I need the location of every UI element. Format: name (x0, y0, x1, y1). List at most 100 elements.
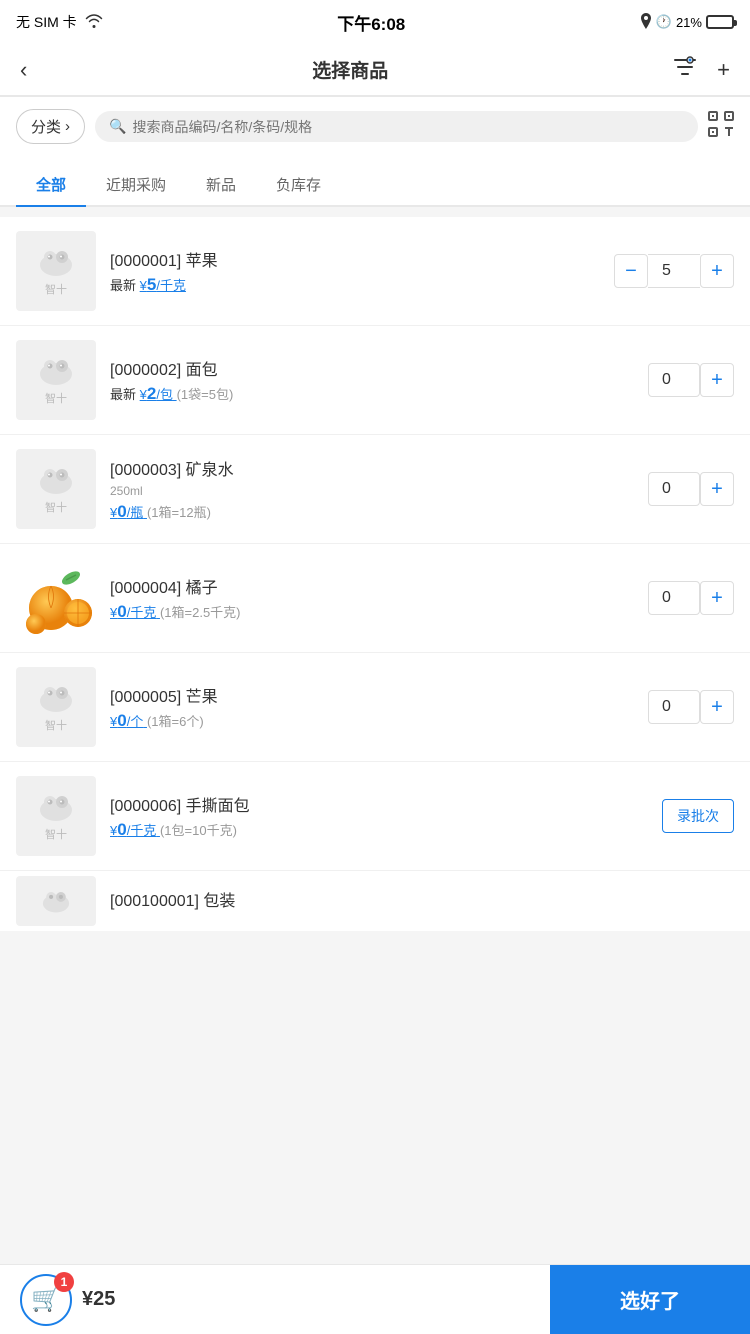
owl-brand-text: 智十 (45, 499, 67, 515)
product-info-0000001: [0000001] 苹果 最新 ¥5/千克 (110, 247, 604, 295)
product-image-0000003: 智十 (16, 449, 96, 529)
price-amount: 0 (117, 711, 126, 730)
category-button[interactable]: 分类 › (16, 109, 85, 144)
price-extra: (1袋=5包) (177, 387, 234, 402)
quantity-control-0000004: + (648, 581, 734, 615)
nav-bar: ‹ 选择商品 + (0, 44, 750, 96)
price-unit: /千克 (127, 823, 157, 838)
quantity-control-0000002: + (648, 363, 734, 397)
increase-button[interactable]: + (700, 472, 734, 506)
product-name: [0000003] 矿泉水 (110, 456, 638, 480)
product-info-0000004: [0000004] 橘子 ¥0/千克 (1箱=2.5千克) (110, 574, 638, 622)
filter-icon[interactable] (673, 56, 697, 84)
product-name: [0000004] 橘子 (110, 574, 638, 598)
quantity-control-0000001: − + (614, 254, 734, 288)
price-unit: /千克 (156, 278, 186, 293)
product-image-0000006: 智十 (16, 776, 96, 856)
product-image-0000005: 智十 (16, 667, 96, 747)
price-amount: 0 (117, 820, 126, 839)
batch-action: 录批次 (662, 799, 734, 833)
product-info-0000002: [0000002] 面包 最新 ¥2/包 (1袋=5包) (110, 356, 638, 404)
quantity-control-0000005: + (648, 690, 734, 724)
tab-bar: 全部 近期采购 新品 负库存 (0, 156, 750, 207)
back-button[interactable]: ‹ (20, 57, 27, 83)
product-name: [0000005] 芒果 (110, 683, 638, 707)
filter-bar: 分类 › 🔍 (0, 97, 750, 156)
product-info-partial: [000100001] 包装 (110, 887, 734, 915)
price-symbol: ¥ (140, 278, 147, 293)
product-name: [0000001] 苹果 (110, 247, 604, 271)
product-item: 智十 [0000005] 芒果 ¥0/个 (1箱=6个) + (0, 653, 750, 762)
status-left: 无 SIM 卡 (16, 12, 103, 32)
search-input[interactable] (132, 119, 684, 135)
price-unit: /千克 (127, 605, 157, 620)
increase-button[interactable]: + (700, 363, 734, 397)
price-unit: /瓶 (127, 505, 144, 520)
quantity-input[interactable] (648, 472, 700, 506)
product-price: ¥0/个 (1箱=6个) (110, 711, 638, 731)
cart-total: ¥25 (82, 1288, 115, 1311)
owl-brand-text: 智十 (45, 390, 67, 406)
product-price: ¥0/千克 (1包=10千克) (110, 820, 652, 840)
product-image-0000002: 智十 (16, 340, 96, 420)
increase-button[interactable]: + (700, 581, 734, 615)
product-price: ¥0/瓶 (1箱=12瓶) (110, 502, 638, 522)
price-amount: 2 (147, 384, 156, 403)
product-image-partial (16, 876, 96, 926)
status-bar: 无 SIM 卡 下午6:08 🕐 21% (0, 0, 750, 44)
cart-button[interactable]: 🛒 1 (20, 1274, 72, 1326)
battery-text: 21% (676, 15, 702, 30)
quantity-input[interactable] (648, 254, 700, 288)
price-unit: /包 (156, 387, 173, 402)
carrier-text: 无 SIM 卡 (16, 12, 77, 32)
search-icon: 🔍 (109, 118, 126, 135)
quantity-input[interactable] (648, 363, 700, 397)
price-extra: (1包=10千克) (160, 823, 237, 838)
product-price: 最新 ¥2/包 (1袋=5包) (110, 384, 638, 404)
increase-button[interactable]: + (700, 254, 734, 288)
product-item: 智十 [0000002] 面包 最新 ¥2/包 (1袋=5包) + (0, 326, 750, 435)
quantity-input[interactable] (648, 690, 700, 724)
record-batch-button[interactable]: 录批次 (662, 799, 734, 833)
price-amount: 5 (147, 275, 156, 294)
add-button[interactable]: + (717, 57, 730, 83)
scan-icon[interactable] (708, 111, 734, 143)
search-box[interactable]: 🔍 (95, 111, 698, 142)
quantity-control-0000003: + (648, 472, 734, 506)
product-item-partial: [000100001] 包装 (0, 871, 750, 931)
product-price: 最新 ¥5/千克 (110, 275, 604, 295)
nav-actions: + (673, 56, 730, 84)
product-item: 智十 [0000001] 苹果 最新 ¥5/千克 − + (0, 217, 750, 326)
owl-brand-text: 智十 (45, 717, 67, 733)
decrease-button[interactable]: − (614, 254, 648, 288)
price-extra: (1箱=6个) (147, 714, 204, 729)
status-right: 🕐 21% (640, 13, 734, 32)
product-item: [0000004] 橘子 ¥0/千克 (1箱=2.5千克) + (0, 544, 750, 653)
category-label: 分类 (31, 116, 61, 137)
section-spacer (0, 207, 750, 217)
battery-icon (706, 15, 734, 29)
wifi-icon (85, 14, 103, 31)
tab-recent[interactable]: 近期采购 (86, 166, 186, 207)
product-image-0000001: 智十 (16, 231, 96, 311)
product-info-0000003: [0000003] 矿泉水 250ml ¥0/瓶 (1箱=12瓶) (110, 456, 638, 522)
product-list: 智十 [0000001] 苹果 最新 ¥5/千克 − + (0, 217, 750, 931)
owl-brand-text: 智十 (45, 826, 67, 842)
price-unit: /个 (127, 714, 144, 729)
price-extra: (1箱=12瓶) (147, 505, 211, 520)
status-time: 下午6:08 (337, 10, 405, 35)
product-name-partial: [000100001] 包装 (110, 887, 734, 911)
tab-negative[interactable]: 负库存 (256, 166, 341, 207)
product-price: ¥0/千克 (1箱=2.5千克) (110, 602, 638, 622)
confirm-button[interactable]: 选好了 (550, 1265, 750, 1334)
price-amount: 0 (117, 602, 126, 621)
price-amount: 0 (117, 502, 126, 521)
product-info-0000006: [0000006] 手撕面包 ¥0/千克 (1包=10千克) (110, 792, 652, 840)
product-spec: 250ml (110, 484, 638, 498)
tab-all[interactable]: 全部 (16, 166, 86, 207)
increase-button[interactable]: + (700, 690, 734, 724)
quantity-input[interactable] (648, 581, 700, 615)
product-info-0000005: [0000005] 芒果 ¥0/个 (1箱=6个) (110, 683, 638, 731)
product-name: [0000006] 手撕面包 (110, 792, 652, 816)
tab-new[interactable]: 新品 (186, 166, 256, 207)
